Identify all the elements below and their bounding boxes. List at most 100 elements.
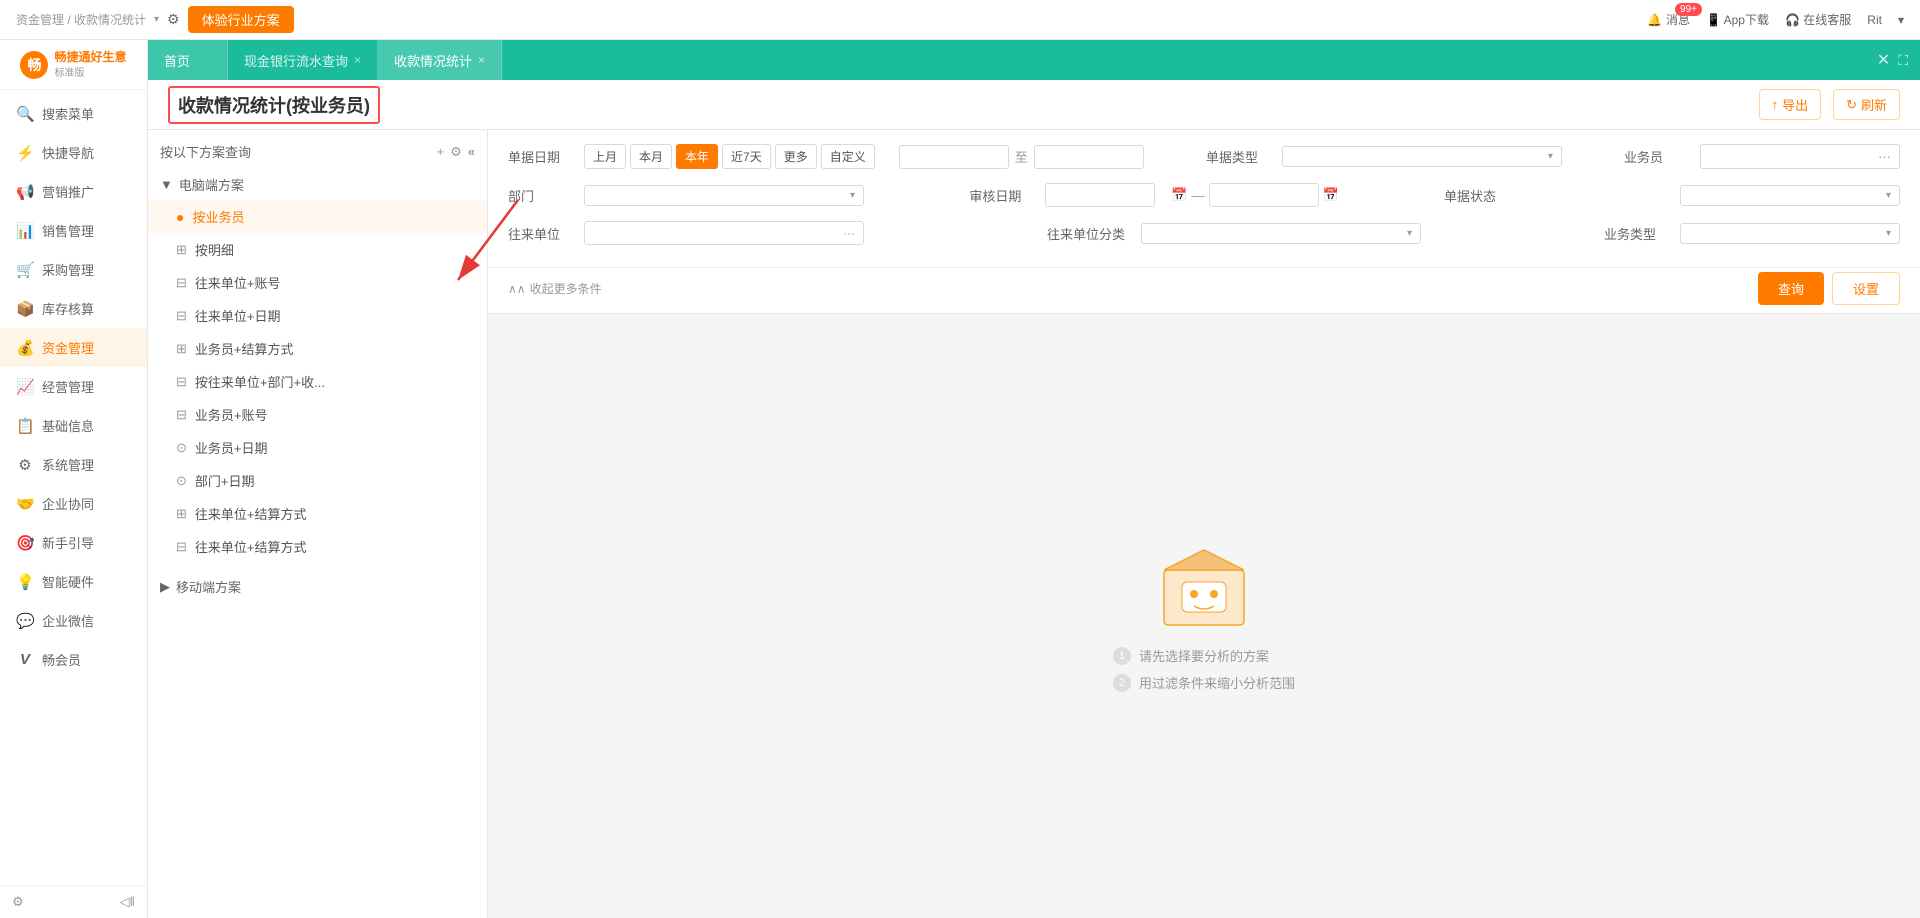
- sidebar-item-search[interactable]: 🔍 搜索菜单: [0, 94, 147, 133]
- biztype-dropdown-icon: ▾: [1886, 228, 1891, 239]
- settings-bottom-icon[interactable]: ⚙: [12, 894, 24, 910]
- scheme-item-detail[interactable]: ⊞ 按明细: [148, 233, 487, 266]
- sidebar-item-management[interactable]: 📈 经营管理: [0, 367, 147, 406]
- trial-button[interactable]: 体验行业方案: [188, 6, 294, 33]
- audit-from-input[interactable]: yyyy-mm-dd: [1045, 183, 1155, 207]
- date-to-input[interactable]: 2023-12-31: [1034, 145, 1144, 169]
- scheme-item-staff-date[interactable]: ⊙ 业务员+日期: [148, 431, 487, 464]
- date-tab-lastmonth[interactable]: 上月: [584, 144, 626, 169]
- audit-calendar-to-icon[interactable]: 📅: [1323, 187, 1339, 203]
- tab-home[interactable]: 首页: [148, 40, 228, 80]
- doctype-label: 单据类型: [1206, 147, 1266, 166]
- dept-dropdown-icon: ▾: [850, 190, 855, 201]
- sidebar-item-guide[interactable]: 🎯 新手引导: [0, 523, 147, 562]
- sidebar-item-purchase[interactable]: 🛒 采购管理: [0, 250, 147, 289]
- sidebar-item-member[interactable]: V 畅会员: [0, 640, 147, 679]
- date-tab-custom[interactable]: 自定义: [821, 144, 875, 169]
- tab-cashflow[interactable]: 现金银行流水查询 ×: [228, 40, 378, 80]
- sidebar-item-finance[interactable]: 💰 资金管理: [0, 328, 147, 367]
- sidebar-item-quicknav[interactable]: ⚡ 快捷导航: [0, 133, 147, 172]
- date-tab-thismonth[interactable]: 本月: [630, 144, 672, 169]
- biztype-select[interactable]: ▾: [1680, 223, 1900, 244]
- scheme-item-counterpart-dept[interactable]: ⊟ 按往来单位+部门+收...: [148, 365, 487, 398]
- inventory-icon: 📦: [16, 300, 34, 318]
- doctype-select[interactable]: ▾: [1282, 146, 1562, 167]
- counterpart-cat-select[interactable]: ▾: [1141, 223, 1421, 244]
- empty-state: 1 请先选择要分析的方案 2 用过滤条件来缩小分析范围: [488, 314, 1920, 918]
- refresh-button[interactable]: ↻ 刷新: [1833, 89, 1900, 120]
- sidebar-nav: 🔍 搜索菜单 ⚡ 快捷导航 📢 营销推广 📊 销售管理 🛒 采购管理 📦: [0, 90, 147, 885]
- scheme-item-counterpart-dept-icon: ⊟: [176, 374, 187, 390]
- query-button[interactable]: 查询: [1758, 272, 1824, 305]
- scheme-collapse-icon[interactable]: «: [468, 144, 475, 159]
- scheme-desktop-group[interactable]: ▼ 电脑端方案: [148, 169, 487, 200]
- basic-icon: 📋: [16, 417, 34, 435]
- scheme-setting-icon[interactable]: ⚙: [450, 144, 462, 160]
- date-from-input[interactable]: 2023-01-01: [899, 145, 1009, 169]
- scheme-item-counterpart-settle2-icon: ⊟: [176, 539, 187, 555]
- online-service-link[interactable]: 🎧 在线客服: [1785, 11, 1851, 28]
- docstatus-select[interactable]: ▾: [1680, 185, 1900, 206]
- tab-receivable-close-icon[interactable]: ×: [478, 53, 485, 67]
- breadcrumb-dropdown-icon[interactable]: ▾: [154, 14, 159, 25]
- date-tab-more[interactable]: 更多: [775, 144, 817, 169]
- bell-icon: 🔔: [1647, 13, 1662, 27]
- scheme-item-dept-date[interactable]: ⊙ 部门+日期: [148, 464, 487, 497]
- tab-bar: 首页 现金银行流水查询 × 收款情况统计 × ✕ ⛶: [148, 40, 1920, 80]
- sidebar-item-basic[interactable]: 📋 基础信息: [0, 406, 147, 445]
- collab-icon: 🤝: [16, 495, 34, 513]
- scheme-mobile-group[interactable]: ▶ 移动端方案: [148, 571, 487, 602]
- doctype-dropdown-icon: ▾: [1548, 151, 1553, 162]
- staff-select[interactable]: ···: [1700, 144, 1900, 169]
- scheme-item-staff-settlement[interactable]: ⊞ 业务员+结算方式: [148, 332, 487, 365]
- scheme-item-counterpart-date[interactable]: ⊟ 往来单位+日期: [148, 299, 487, 332]
- action-buttons: 查询 设置: [1758, 272, 1900, 305]
- filter-row-2: 部门 ▾ 审核日期 yyyy-mm-dd 📅 — yyyy-mm-dd 📅: [508, 183, 1900, 207]
- sidebar-item-collab[interactable]: 🤝 企业协同: [0, 484, 147, 523]
- audit-calendar-from-icon[interactable]: 📅: [1171, 187, 1187, 203]
- scheme-item-counterpart-acct[interactable]: ⊟ 往来单位+账号: [148, 266, 487, 299]
- filter-row-1: 单据日期 上月 本月 本年 近7天 更多 自定义 2023-01-01 至: [508, 144, 1900, 169]
- sidebar-item-marketing[interactable]: 📢 营销推广: [0, 172, 147, 211]
- dept-select[interactable]: ▾: [584, 185, 864, 206]
- scheme-item-counterpart-settle2[interactable]: ⊟ 往来单位+结算方式: [148, 530, 487, 563]
- app-download-link[interactable]: 📱 App下载: [1706, 11, 1769, 28]
- scheme-item-counterpart-acct-icon: ⊟: [176, 275, 187, 291]
- logo-icon: 畅: [20, 51, 48, 79]
- settings-gear-icon[interactable]: ⚙: [167, 11, 180, 28]
- sidebar-bottom: ⚙ ◁‖: [0, 885, 147, 918]
- hint-item-1: 1 请先选择要分析的方案: [1113, 646, 1295, 665]
- date-tab-7days[interactable]: 近7天: [722, 144, 771, 169]
- date-range: 2023-01-01 至 2023-12-31: [899, 145, 1144, 169]
- scheme-item-staff-acct[interactable]: ⊟ 业务员+账号: [148, 398, 487, 431]
- scheme-item-staff[interactable]: ● 按业务员: [148, 200, 487, 233]
- sidebar-item-inventory[interactable]: 📦 库存核算: [0, 289, 147, 328]
- export-button[interactable]: ↑ 导出: [1759, 89, 1822, 120]
- user-dropdown-icon[interactable]: ▾: [1898, 13, 1904, 27]
- sidebar-item-sales[interactable]: 📊 销售管理: [0, 211, 147, 250]
- sidebar-item-hardware[interactable]: 💡 智能硬件: [0, 562, 147, 601]
- scheme-add-icon[interactable]: +: [437, 144, 445, 159]
- setting-button[interactable]: 设置: [1832, 272, 1900, 305]
- scheme-item-counterpart-settle1[interactable]: ⊞ 往来单位+结算方式: [148, 497, 487, 530]
- sidebar: 畅 畅捷通好生意 标准版 🔍 搜索菜单 ⚡ 快捷导航 📢 营销推广: [0, 40, 148, 918]
- tab-bar-expand-icon[interactable]: ⛶: [1898, 52, 1908, 69]
- counterpart-more-icon[interactable]: ···: [843, 226, 855, 240]
- sidebar-item-system[interactable]: ⚙ 系统管理: [0, 445, 147, 484]
- tab-bar-close-icon[interactable]: ✕: [1877, 50, 1890, 70]
- collapse-sidebar-icon[interactable]: ◁‖: [120, 894, 135, 910]
- docstatus-dropdown-icon: ▾: [1886, 190, 1891, 201]
- date-tab-thisyear[interactable]: 本年: [676, 144, 718, 169]
- hardware-icon: 💡: [16, 573, 34, 591]
- message-button[interactable]: 🔔 消息 99+: [1647, 11, 1690, 28]
- filter-row-3: 往来单位 ··· 往来单位分类 ▾ 业务类型: [508, 221, 1900, 245]
- counterpart-select[interactable]: ···: [584, 221, 864, 245]
- sidebar-item-weixin[interactable]: 💬 企业微信: [0, 601, 147, 640]
- tab-cashflow-close-icon[interactable]: ×: [354, 53, 361, 67]
- refresh-icon: ↻: [1846, 97, 1857, 113]
- scheme-item-counterpart-settle1-icon: ⊞: [176, 506, 187, 522]
- tab-receivable[interactable]: 收款情况统计 ×: [378, 40, 502, 80]
- collapse-button[interactable]: ∧∧ 收起更多条件: [508, 272, 602, 305]
- system-icon: ⚙: [16, 456, 34, 474]
- audit-to-input[interactable]: yyyy-mm-dd: [1209, 183, 1319, 207]
